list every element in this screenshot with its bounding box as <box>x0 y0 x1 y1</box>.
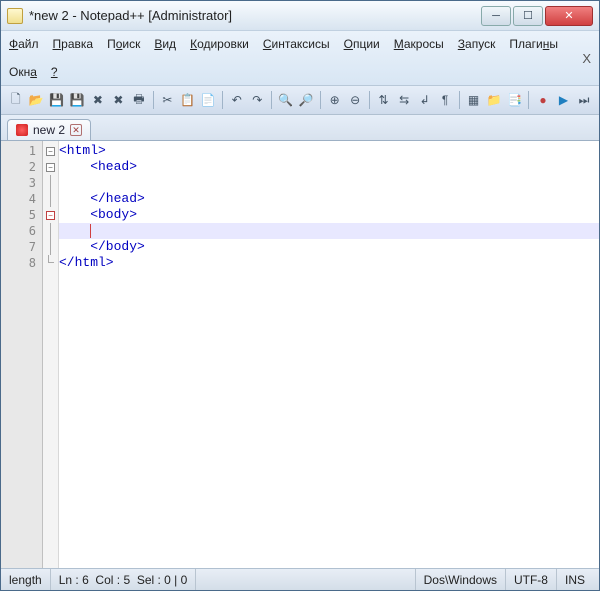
statusbar: length Ln : 6 Col : 5 Sel : 0 | 0 Dos\Wi… <box>1 568 599 590</box>
menu-run[interactable]: Запуск <box>456 35 498 53</box>
line-number: 1 <box>1 143 42 159</box>
menu-macros[interactable]: Макросы <box>392 35 446 53</box>
status-length: length <box>1 569 51 590</box>
line-number: 6 <box>1 223 42 239</box>
play-macro-icon[interactable]: ▶ <box>555 90 573 110</box>
zoom-out-icon[interactable]: ⊖ <box>346 90 364 110</box>
status-mode: INS <box>557 569 599 590</box>
tab-label: new 2 <box>33 123 65 137</box>
line-number: 7 <box>1 239 42 255</box>
close-button[interactable]: ✕ <box>545 6 593 26</box>
indent-guide-icon[interactable]: ▦ <box>465 90 483 110</box>
unsaved-indicator-icon <box>16 124 28 136</box>
menu-plugins[interactable]: Плагины <box>507 35 560 53</box>
menu-file[interactable]: Файл <box>7 35 41 53</box>
menu-windows[interactable]: Окна <box>7 63 39 81</box>
sync-h-icon[interactable]: ⇆ <box>395 90 413 110</box>
close-file-icon[interactable]: ✖ <box>89 90 107 110</box>
cut-icon[interactable]: ✂ <box>159 90 177 110</box>
line-number-gutter: 1 2 3 4 5 6 7 8 <box>1 141 43 568</box>
fold-box-icon[interactable]: − <box>46 163 55 172</box>
line-number: 3 <box>1 175 42 191</box>
undo-icon[interactable]: ↶ <box>228 90 246 110</box>
fold-box-icon[interactable]: − <box>46 147 55 156</box>
show-all-icon[interactable]: ¶ <box>436 90 454 110</box>
tab-new2[interactable]: new 2 ✕ <box>7 119 91 140</box>
tab-close-icon[interactable]: ✕ <box>70 124 82 136</box>
menu-view[interactable]: Вид <box>152 35 178 53</box>
maximize-button[interactable]: ☐ <box>513 6 543 26</box>
line-number: 8 <box>1 255 42 271</box>
code-area[interactable]: <html> <head> </head> <body> </body> </h… <box>59 141 599 568</box>
print-icon[interactable]: 🖶 <box>130 90 148 110</box>
save-all-icon[interactable]: 💾 <box>69 90 87 110</box>
status-position: Ln : 6 Col : 5 Sel : 0 | 0 <box>51 569 197 590</box>
tabbar: new 2 ✕ <box>1 115 599 141</box>
open-file-icon[interactable]: 📂 <box>28 90 46 110</box>
folder-view-icon[interactable]: 📁 <box>485 90 503 110</box>
playback-multi-icon[interactable]: ⏭ <box>575 90 593 110</box>
new-file-icon[interactable]: 🗋 <box>7 90 25 110</box>
function-list-icon[interactable]: 📑 <box>506 90 524 110</box>
wrap-icon[interactable]: ↲ <box>416 90 434 110</box>
app-icon <box>7 8 23 24</box>
line-number: 5 <box>1 207 42 223</box>
status-spacer <box>196 569 415 590</box>
copy-icon[interactable]: 📋 <box>179 90 197 110</box>
zoom-in-icon[interactable]: ⊕ <box>326 90 344 110</box>
window-title: *new 2 - Notepad++ [Administrator] <box>29 8 481 23</box>
line-number: 4 <box>1 191 42 207</box>
save-icon[interactable]: 💾 <box>48 90 66 110</box>
fold-box-icon[interactable]: − <box>46 211 55 220</box>
app-window: *new 2 - Notepad++ [Administrator] ─ ☐ ✕… <box>0 0 600 591</box>
caret-icon <box>90 224 91 238</box>
menubar: Файл Правка Поиск Вид Кодировки Синтакси… <box>1 31 599 86</box>
menu-edit[interactable]: Правка <box>51 35 96 53</box>
menu-options[interactable]: Опции <box>342 35 382 53</box>
paste-icon[interactable]: 📄 <box>200 90 218 110</box>
menu-syntax[interactable]: Синтаксисы <box>261 35 332 53</box>
line-number: 2 <box>1 159 42 175</box>
fold-gutter: − − − <box>43 141 59 568</box>
status-eol: Dos\Windows <box>416 569 506 590</box>
replace-icon[interactable]: 🔎 <box>297 90 315 110</box>
redo-icon[interactable]: ↷ <box>249 90 267 110</box>
close-all-icon[interactable]: ✖ <box>110 90 128 110</box>
record-macro-icon[interactable]: ● <box>534 90 552 110</box>
status-encoding: UTF-8 <box>506 569 557 590</box>
menu-search[interactable]: Поиск <box>105 35 142 53</box>
find-icon[interactable]: 🔍 <box>277 90 295 110</box>
menubar-close-icon[interactable]: X <box>582 51 591 66</box>
toolbar: 🗋 📂 💾 💾 ✖ ✖ 🖶 ✂ 📋 📄 ↶ ↷ 🔍 🔎 ⊕ ⊖ ⇅ ⇆ ↲ ¶ … <box>1 86 599 115</box>
minimize-button[interactable]: ─ <box>481 6 511 26</box>
menu-encoding[interactable]: Кодировки <box>188 35 251 53</box>
menu-help[interactable]: ? <box>49 63 60 81</box>
sync-v-icon[interactable]: ⇅ <box>375 90 393 110</box>
titlebar: *new 2 - Notepad++ [Administrator] ─ ☐ ✕ <box>1 1 599 31</box>
editor: 1 2 3 4 5 6 7 8 − − − <html> <head> </he… <box>1 141 599 568</box>
